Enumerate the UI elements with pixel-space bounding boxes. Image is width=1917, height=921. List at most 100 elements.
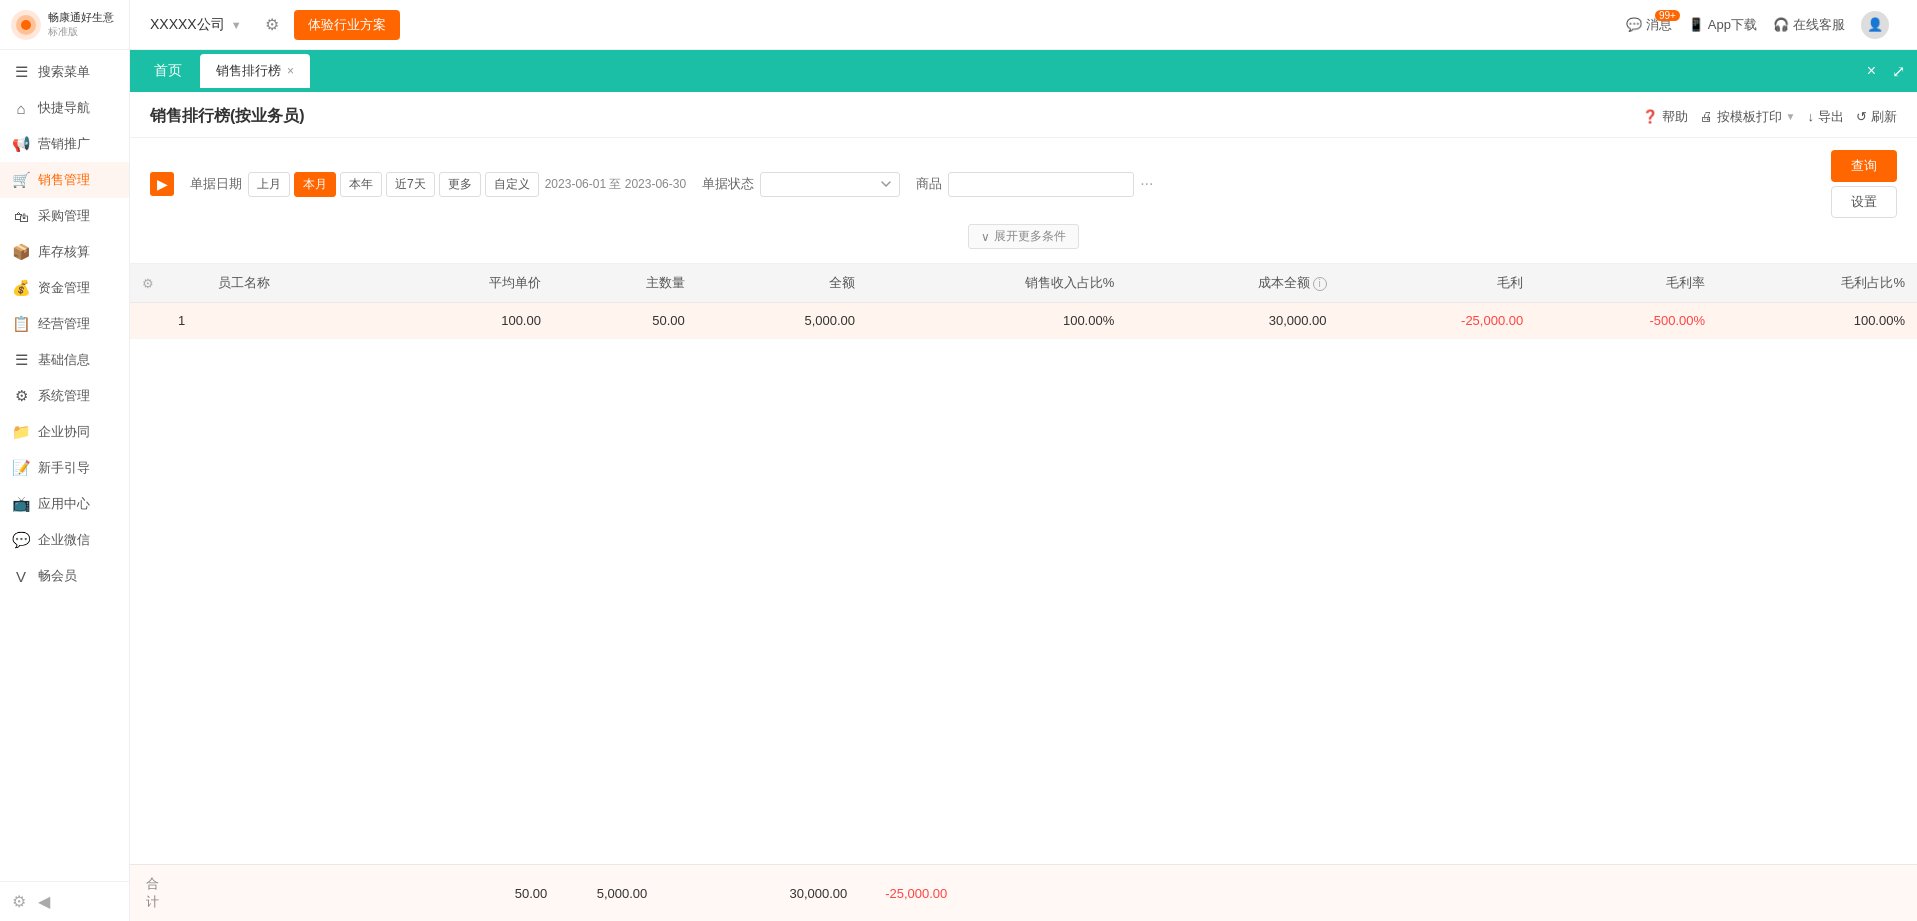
date-filter-group: 单据日期 上月 本月 本年 近7天 更多 自定义 2023-06-01 至 20… bbox=[190, 172, 686, 197]
status-label: 单据状态 bbox=[702, 175, 754, 193]
sidebar-item-enterprise[interactable]: 📁 企业协同 bbox=[0, 414, 129, 450]
expand-chevron-down-icon: ∨ bbox=[981, 230, 990, 244]
company-name: XXXXX公司 bbox=[150, 16, 225, 34]
operations-icon: 📋 bbox=[12, 315, 30, 333]
col-cost-header: 成本全额i bbox=[1126, 264, 1338, 303]
print-button[interactable]: 🖨 按模板打印 ▼ bbox=[1700, 108, 1796, 126]
window-close-icon[interactable]: × bbox=[1863, 58, 1880, 85]
trial-button[interactable]: 体验行业方案 bbox=[294, 10, 400, 40]
date-btn-this-month[interactable]: 本月 bbox=[294, 172, 336, 197]
app-download-button[interactable]: 📱 App下载 bbox=[1688, 16, 1757, 34]
online-service-button[interactable]: 🎧 在线客服 bbox=[1773, 16, 1845, 34]
filter-row: ▶ 单据日期 上月 本月 本年 近7天 更多 自定义 2023-06-01 至 … bbox=[150, 150, 1897, 218]
sidebar-item-wechat[interactable]: 💬 企业微信 bbox=[0, 522, 129, 558]
date-btn-last-month[interactable]: 上月 bbox=[248, 172, 290, 197]
apps-icon: 📺 bbox=[12, 495, 30, 513]
sidebar-collapse-icon[interactable]: ◀ bbox=[38, 892, 50, 911]
sidebar-settings-icon[interactable]: ⚙ bbox=[12, 892, 26, 911]
app-version: 标准版 bbox=[48, 25, 114, 39]
expand-more-row: ∨ 展开更多条件 bbox=[150, 218, 1897, 251]
filter-bar: ▶ 单据日期 上月 本月 本年 近7天 更多 自定义 2023-06-01 至 … bbox=[130, 138, 1917, 264]
row-settings-cell bbox=[130, 303, 166, 339]
date-btn-this-year[interactable]: 本年 bbox=[340, 172, 382, 197]
sales-icon: 🛒 bbox=[12, 171, 30, 189]
help-button[interactable]: ❓ 帮助 bbox=[1642, 108, 1688, 126]
cost-info-icon[interactable]: i bbox=[1313, 277, 1327, 291]
tab-sales-ranking[interactable]: 销售排行榜 × bbox=[200, 54, 310, 88]
tab-close-icon[interactable]: × bbox=[287, 64, 294, 78]
sidebar-item-marketing[interactable]: 📢 营销推广 bbox=[0, 126, 129, 162]
more-filters-icon[interactable]: ··· bbox=[1140, 175, 1153, 193]
topbar-gear-button[interactable]: ⚙ bbox=[258, 11, 286, 39]
col-profit-pct-header: 毛利占比% bbox=[1717, 264, 1917, 303]
user-avatar[interactable]: 👤 bbox=[1861, 11, 1889, 39]
company-selector[interactable]: XXXXX公司 ▼ bbox=[142, 12, 250, 38]
col-settings-header[interactable]: ⚙ bbox=[130, 264, 166, 303]
sidebar-item-inventory[interactable]: 📦 库存核算 bbox=[0, 234, 129, 270]
guide-icon: 📝 bbox=[12, 459, 30, 477]
col-qty-header: 主数量 bbox=[553, 264, 697, 303]
quick-nav-icon: ⌂ bbox=[12, 100, 30, 117]
date-range-display: 2023-06-01 至 2023-06-30 bbox=[545, 176, 686, 193]
row-profit-cell: -25,000.00 bbox=[1339, 303, 1536, 339]
table-row: 1 100.00 50.00 5,000.00 100.00% 30,000.0… bbox=[130, 303, 1917, 339]
online-service-label: 在线客服 bbox=[1793, 16, 1845, 34]
table-footer: 合计 50.00 5,000.00 30,000.00 -25,000.00 bbox=[130, 864, 1917, 921]
tab-home[interactable]: 首页 bbox=[138, 54, 198, 88]
sidebar-item-system[interactable]: ⚙ 系统管理 bbox=[0, 378, 129, 414]
col-sales-pct-header: 销售收入占比% bbox=[867, 264, 1126, 303]
enterprise-icon: 📁 bbox=[12, 423, 30, 441]
marketing-icon: 📢 bbox=[12, 135, 30, 153]
message-button[interactable]: 💬 消息 99+ bbox=[1626, 16, 1672, 34]
row-amount-cell: 5,000.00 bbox=[697, 303, 867, 339]
app-download-label: App下载 bbox=[1708, 16, 1757, 34]
ranking-table: ⚙ 员工名称 平均单价 主数量 全额 销售收入占比% 成本全额i 毛利 毛利率 … bbox=[130, 264, 1917, 339]
sidebar-item-basics[interactable]: ☰ 基础信息 bbox=[0, 342, 129, 378]
expand-more-button[interactable]: ∨ 展开更多条件 bbox=[968, 224, 1079, 249]
app-logo-icon bbox=[10, 9, 42, 41]
table-container: ⚙ 员工名称 平均单价 主数量 全额 销售收入占比% 成本全额i 毛利 毛利率 … bbox=[130, 264, 1917, 864]
col-amount-header: 全额 bbox=[697, 264, 867, 303]
filter-expand-arrow[interactable]: ▶ bbox=[150, 172, 174, 196]
col-name-header: 员工名称 bbox=[206, 264, 379, 303]
page-header: 销售排行榜(按业务员) ❓ 帮助 🖨 按模板打印 ▼ ↓ 导出 bbox=[130, 92, 1917, 138]
sidebar-item-purchase[interactable]: 🛍 采购管理 bbox=[0, 198, 129, 234]
member-icon: V bbox=[12, 568, 30, 585]
online-service-icon: 🎧 bbox=[1773, 17, 1789, 32]
system-icon: ⚙ bbox=[12, 387, 30, 405]
message-badge: 99+ bbox=[1655, 10, 1680, 21]
date-label: 单据日期 bbox=[190, 175, 242, 193]
date-btn-7days[interactable]: 近7天 bbox=[386, 172, 435, 197]
inventory-icon: 📦 bbox=[12, 243, 30, 261]
topbar-right: 💬 消息 99+ 📱 App下载 🎧 在线客服 👤 bbox=[1626, 11, 1905, 39]
setting-button[interactable]: 设置 bbox=[1831, 186, 1897, 218]
sidebar-item-quick-nav[interactable]: ⌂ 快捷导航 bbox=[0, 90, 129, 126]
query-button[interactable]: 查询 bbox=[1831, 150, 1897, 182]
sidebar-item-search-order[interactable]: ☰ 搜索菜单 bbox=[0, 54, 129, 90]
status-select[interactable] bbox=[760, 172, 900, 197]
date-btn-custom[interactable]: 自定义 bbox=[485, 172, 539, 197]
table-header: ⚙ 员工名称 平均单价 主数量 全额 销售收入占比% 成本全额i 毛利 毛利率 … bbox=[130, 264, 1917, 303]
window-expand-icon[interactable]: ⤢ bbox=[1888, 58, 1909, 85]
date-btn-more[interactable]: 更多 bbox=[439, 172, 481, 197]
page-content: 销售排行榜(按业务员) ❓ 帮助 🖨 按模板打印 ▼ ↓ 导出 bbox=[130, 92, 1917, 921]
goods-input[interactable] bbox=[948, 172, 1134, 197]
col-rank-header bbox=[166, 264, 206, 303]
table-body: 1 100.00 50.00 5,000.00 100.00% 30,000.0… bbox=[130, 303, 1917, 339]
funds-icon: 💰 bbox=[12, 279, 30, 297]
refresh-button[interactable]: ↺ 刷新 bbox=[1856, 108, 1897, 126]
sidebar-item-member[interactable]: V 畅会员 bbox=[0, 558, 129, 594]
row-rank-cell: 1 bbox=[166, 303, 206, 339]
sidebar-item-sales[interactable]: 🛒 销售管理 bbox=[0, 162, 129, 198]
sidebar-item-funds[interactable]: 💰 资金管理 bbox=[0, 270, 129, 306]
col-profit-header: 毛利 bbox=[1339, 264, 1536, 303]
export-icon: ↓ bbox=[1808, 109, 1815, 124]
sidebar-item-operations[interactable]: 📋 经营管理 bbox=[0, 306, 129, 342]
export-button[interactable]: ↓ 导出 bbox=[1808, 108, 1845, 126]
page-actions: ❓ 帮助 🖨 按模板打印 ▼ ↓ 导出 ↺ 刷新 bbox=[1642, 108, 1897, 126]
sidebar-item-apps[interactable]: 📺 应用中心 bbox=[0, 486, 129, 522]
row-profit-rate-cell: -500.00% bbox=[1535, 303, 1717, 339]
footer-label: 合计 bbox=[142, 875, 171, 911]
row-sales-pct-cell: 100.00% bbox=[867, 303, 1126, 339]
sidebar-item-guide[interactable]: 📝 新手引导 bbox=[0, 450, 129, 486]
